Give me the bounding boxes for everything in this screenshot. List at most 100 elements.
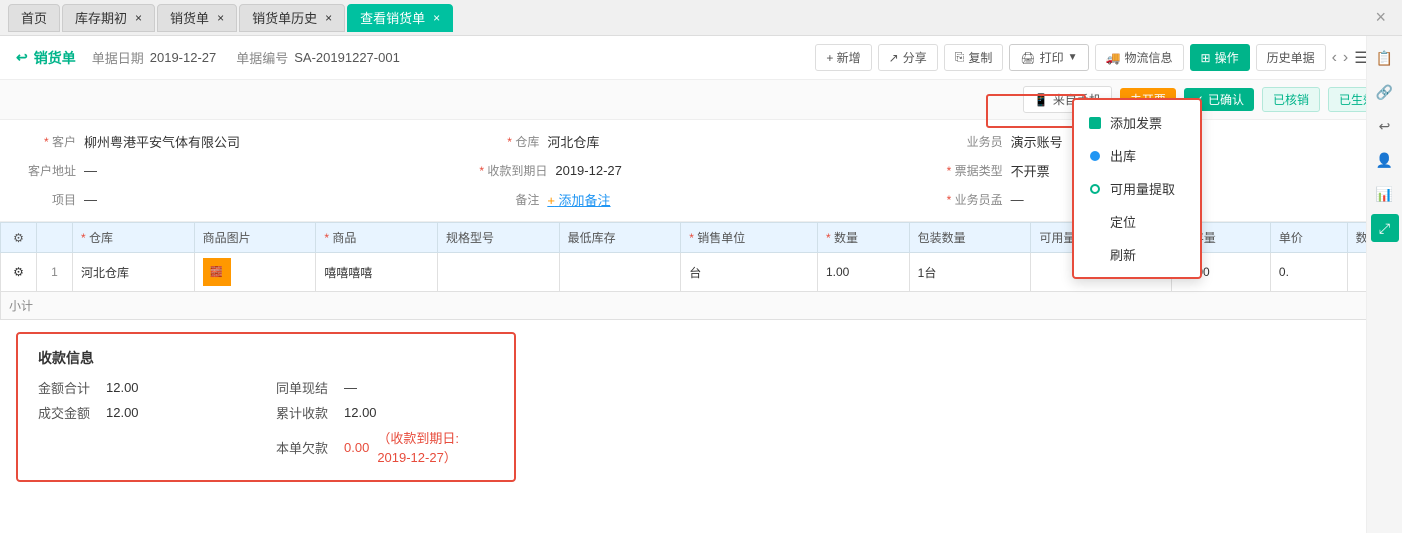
doc-meta: 单据日期 2019-12-27 单据编号 SA-20191227-001 <box>92 48 400 67</box>
sidebar-expand-icon[interactable]: ⤢ <box>1371 214 1399 242</box>
project-value: — <box>84 192 97 207</box>
tab-history-label: 销货单历史 <box>252 8 317 27</box>
tab-view-sales-label: 查看销货单 <box>360 8 425 27</box>
row-no: 1 <box>37 253 73 292</box>
no-label: 单据编号 <box>236 48 288 67</box>
copy-label: 复制 <box>968 49 992 66</box>
close-all-button[interactable]: × <box>1367 7 1394 28</box>
row-img: 🧱 <box>194 253 316 292</box>
row-product: 嘻嘻嘻嘻 <box>316 253 438 292</box>
payment-info: 收款信息 金额合计 12.00 同单现结 — 成交金额 12.00 累计收款 1… <box>16 332 516 482</box>
new-label: + 新增 <box>826 49 860 66</box>
salesman-label: 业务员 <box>943 133 1003 150</box>
add-invoice-label: 添加发票 <box>1110 113 1162 132</box>
tab-sales-close[interactable]: × <box>217 11 224 25</box>
outbound-icon <box>1088 149 1102 163</box>
sidebar-user-icon[interactable]: 👤 <box>1371 146 1399 174</box>
total-value: 12.00 <box>106 380 139 395</box>
print-icon: 🖨 <box>1020 51 1035 65</box>
add-note-label: 添加备注 <box>559 193 611 208</box>
add-note-button[interactable]: + 添加备注 <box>547 190 610 209</box>
tab-view-sales-close[interactable]: × <box>433 11 440 25</box>
available-pick-label: 可用量提取 <box>1110 179 1175 198</box>
available-pick-icon <box>1088 182 1102 196</box>
tab-sales-label: 销货单 <box>170 8 209 27</box>
outbound-item[interactable]: 出库 <box>1074 139 1200 172</box>
add-invoice-item[interactable]: 添加发票 <box>1074 106 1200 139</box>
same-order-value: — <box>344 380 357 395</box>
doc-title: ↩ 销货单 <box>16 48 76 68</box>
row-unit: 台 <box>681 253 818 292</box>
note-label: 备注 <box>479 191 539 208</box>
locate-item[interactable]: 定位 <box>1074 205 1200 238</box>
tab-inventory[interactable]: 库存期初 × <box>62 4 155 32</box>
history-button[interactable]: 历史单据 <box>1256 44 1326 71</box>
sold-out-status: 已核销 <box>1262 87 1320 112</box>
operation-dropdown: 添加发票 出库 可用量提取 定位 刷新 <box>1072 98 1202 279</box>
sidebar-undo-icon[interactable]: ↩ <box>1371 112 1399 140</box>
prev-button[interactable]: ‹ <box>1332 49 1337 67</box>
tab-sales[interactable]: 销货单 × <box>157 4 237 32</box>
project-label: 项目 <box>16 191 76 208</box>
same-order-label: 同单现结 <box>276 378 336 397</box>
refresh-item[interactable]: 刷新 <box>1074 238 1200 271</box>
same-order-row: 同单现结 — <box>276 378 494 397</box>
operation-icon: ⊞ <box>1201 51 1211 65</box>
operation-label: 操作 <box>1215 49 1239 66</box>
total-label: 金额合计 <box>38 378 98 397</box>
salesman-value: 演示账号 <box>1011 132 1063 151</box>
col-product: 商品 <box>316 223 438 253</box>
due-note: （收款到期日: 2019-12-27） <box>377 428 494 466</box>
biz-salesman-label: 业务员孟 <box>943 191 1003 208</box>
tab-home[interactable]: 首页 <box>8 4 60 32</box>
tab-inventory-close[interactable]: × <box>135 11 142 25</box>
tab-view-sales[interactable]: 查看销货单 × <box>347 4 453 32</box>
share-button[interactable]: ↗ 分享 <box>878 44 938 71</box>
row-qty: 1.00 <box>817 253 909 292</box>
row-spec <box>437 253 559 292</box>
tab-history-close[interactable]: × <box>325 11 332 25</box>
logistics-button[interactable]: 🚚 物流信息 <box>1095 44 1184 71</box>
sidebar-copy-icon[interactable]: 📋 <box>1371 44 1399 72</box>
logistics-label: 物流信息 <box>1124 49 1172 66</box>
row-gear[interactable]: ⚙ <box>1 253 37 292</box>
sidebar-chart-icon[interactable]: 📊 <box>1371 180 1399 208</box>
print-button[interactable]: 🖨 打印 ▼ <box>1009 44 1088 71</box>
payment-date-value: 2019-12-27 <box>555 163 622 178</box>
right-sidebar: 📋 🔗 ↩ 👤 📊 ⤢ <box>1366 36 1402 533</box>
copy-button[interactable]: ⎘ 复制 <box>944 44 1004 71</box>
available-pick-item[interactable]: 可用量提取 <box>1074 172 1200 205</box>
payment-info-title: 收款信息 <box>38 348 494 368</box>
sold-out-label: 已核销 <box>1273 93 1309 107</box>
col-no <box>37 223 73 253</box>
warehouse-value: 河北仓库 <box>547 132 599 151</box>
due-row: 本单欠款 0.00 （收款到期日: 2019-12-27） <box>276 428 494 466</box>
operation-button[interactable]: ⊞ 操作 <box>1190 44 1250 71</box>
print-label: 打印 <box>1040 49 1064 66</box>
next-button[interactable]: › <box>1343 49 1348 67</box>
product-image: 🧱 <box>203 258 231 286</box>
due-label: 本单欠款 <box>276 438 336 457</box>
confirm-label: 已确认 <box>1208 91 1244 108</box>
tab-history[interactable]: 销货单历史 × <box>239 4 345 32</box>
payment-date-label: 收款到期日 <box>479 162 547 179</box>
outbound-label: 出库 <box>1110 146 1136 165</box>
new-button[interactable]: + 新增 <box>815 44 871 71</box>
row-min-stock <box>559 253 681 292</box>
address-value: — <box>84 163 97 178</box>
history-label: 历史单据 <box>1267 49 1315 66</box>
deal-amount-value: 12.00 <box>106 405 139 420</box>
row-warehouse: 河北仓库 <box>73 253 195 292</box>
due-value: 0.00 <box>344 440 369 455</box>
address-label: 客户地址 <box>16 162 76 179</box>
sidebar-link-icon[interactable]: 🔗 <box>1371 78 1399 106</box>
cumulative-value: 12.00 <box>344 405 377 420</box>
project-row: 项目 — <box>16 190 459 209</box>
address-row: 客户地址 — <box>16 161 459 180</box>
share-icon: ↗ <box>889 51 899 65</box>
payment-info-grid: 金额合计 12.00 同单现结 — 成交金额 12.00 累计收款 12.00 <box>38 378 494 466</box>
warehouse-row: 仓库 河北仓库 <box>479 132 922 151</box>
deal-amount-row: 成交金额 12.00 <box>38 403 256 422</box>
subtotal-label: 小计 <box>1 292 1402 320</box>
note-row: 备注 + 添加备注 <box>479 190 922 209</box>
